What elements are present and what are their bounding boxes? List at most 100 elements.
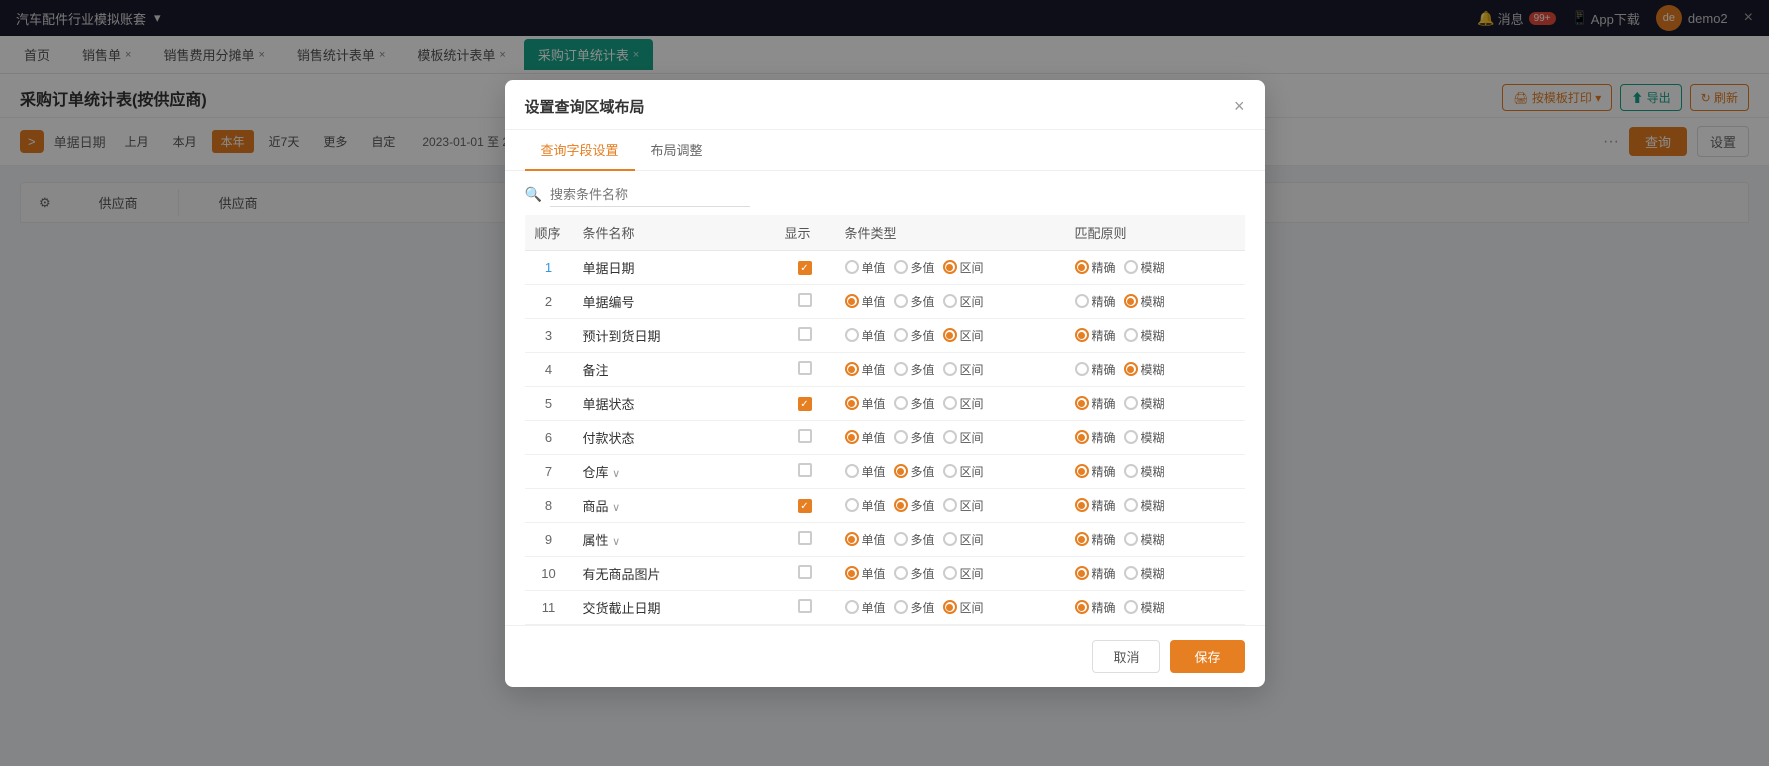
radio-item-type-区间[interactable]: 区间 bbox=[943, 259, 984, 276]
dialog-footer: 取消 保存 bbox=[505, 625, 1265, 687]
display-checkbox[interactable]: ✓ bbox=[798, 397, 812, 411]
radio-circle bbox=[845, 294, 859, 308]
cell-display[interactable]: ✓ bbox=[775, 386, 835, 420]
radio-item-type-区间[interactable]: 区间 bbox=[943, 599, 984, 616]
radio-item-type-多值[interactable]: 多值 bbox=[894, 497, 935, 514]
radio-item-type-单值[interactable]: 单值 bbox=[845, 565, 886, 582]
radio-item-match-模糊[interactable]: 模糊 bbox=[1124, 531, 1165, 548]
save-button[interactable]: 保存 bbox=[1170, 640, 1244, 673]
radio-label: 精确 bbox=[1092, 395, 1116, 412]
radio-item-type-多值[interactable]: 多值 bbox=[894, 463, 935, 480]
radio-circle bbox=[1075, 362, 1089, 376]
radio-item-match-模糊[interactable]: 模糊 bbox=[1124, 327, 1165, 344]
display-checkbox[interactable] bbox=[798, 361, 812, 375]
radio-item-type-区间[interactable]: 区间 bbox=[943, 361, 984, 378]
cell-display[interactable] bbox=[775, 556, 835, 590]
radio-item-type-单值[interactable]: 单值 bbox=[845, 293, 886, 310]
radio-item-match-精确[interactable]: 精确 bbox=[1075, 327, 1116, 344]
radio-item-match-模糊[interactable]: 模糊 bbox=[1124, 395, 1165, 412]
radio-item-type-单值[interactable]: 单值 bbox=[845, 429, 886, 446]
radio-item-type-单值[interactable]: 单值 bbox=[845, 531, 886, 548]
radio-item-type-单值[interactable]: 单值 bbox=[845, 259, 886, 276]
radio-item-match-精确[interactable]: 精确 bbox=[1075, 497, 1116, 514]
radio-item-type-区间[interactable]: 区间 bbox=[943, 497, 984, 514]
radio-item-match-模糊[interactable]: 模糊 bbox=[1124, 463, 1165, 480]
display-checkbox[interactable] bbox=[798, 429, 812, 443]
display-checkbox[interactable] bbox=[798, 565, 812, 579]
display-checkbox[interactable] bbox=[798, 327, 812, 341]
cell-display[interactable] bbox=[775, 284, 835, 318]
condition-search-input[interactable] bbox=[550, 183, 750, 207]
display-checkbox[interactable] bbox=[798, 599, 812, 613]
cell-display[interactable] bbox=[775, 522, 835, 556]
tab-query-field-settings[interactable]: 查询字段设置 bbox=[525, 130, 635, 171]
cell-display[interactable]: ✓ bbox=[775, 250, 835, 284]
radio-item-match-精确[interactable]: 精确 bbox=[1075, 463, 1116, 480]
cell-display[interactable] bbox=[775, 318, 835, 352]
radio-circle bbox=[1075, 464, 1089, 478]
radio-item-match-模糊[interactable]: 模糊 bbox=[1124, 429, 1165, 446]
display-checkbox[interactable]: ✓ bbox=[798, 261, 812, 275]
cell-type: 单值多值区间 bbox=[835, 522, 1065, 556]
cancel-button[interactable]: 取消 bbox=[1092, 640, 1160, 673]
radio-item-type-多值[interactable]: 多值 bbox=[894, 429, 935, 446]
radio-item-match-精确[interactable]: 精确 bbox=[1075, 531, 1116, 548]
cell-name: 预计到货日期 bbox=[573, 318, 775, 352]
radio-item-match-精确[interactable]: 精确 bbox=[1075, 565, 1116, 582]
radio-item-match-模糊[interactable]: 模糊 bbox=[1124, 293, 1165, 310]
radio-item-match-精确[interactable]: 精确 bbox=[1075, 599, 1116, 616]
cell-display[interactable]: ✓ bbox=[775, 488, 835, 522]
radio-item-match-精确[interactable]: 精确 bbox=[1075, 259, 1116, 276]
radio-item-match-模糊[interactable]: 模糊 bbox=[1124, 565, 1165, 582]
cell-display[interactable] bbox=[775, 352, 835, 386]
display-checkbox[interactable] bbox=[798, 531, 812, 545]
radio-item-match-模糊[interactable]: 模糊 bbox=[1124, 259, 1165, 276]
radio-item-type-多值[interactable]: 多值 bbox=[894, 293, 935, 310]
radio-label: 区间 bbox=[960, 361, 984, 378]
match-radio-group: 精确模糊 bbox=[1075, 293, 1235, 310]
cell-name: 单据状态 bbox=[573, 386, 775, 420]
radio-item-type-单值[interactable]: 单值 bbox=[845, 361, 886, 378]
radio-item-match-精确[interactable]: 精确 bbox=[1075, 293, 1116, 310]
radio-item-type-区间[interactable]: 区间 bbox=[943, 531, 984, 548]
radio-item-type-多值[interactable]: 多值 bbox=[894, 259, 935, 276]
display-checkbox[interactable] bbox=[798, 463, 812, 477]
radio-item-type-区间[interactable]: 区间 bbox=[943, 293, 984, 310]
radio-item-match-精确[interactable]: 精确 bbox=[1075, 361, 1116, 378]
dialog-close-button[interactable]: × bbox=[1234, 97, 1245, 115]
radio-item-match-精确[interactable]: 精确 bbox=[1075, 395, 1116, 412]
cell-display[interactable] bbox=[775, 420, 835, 454]
radio-item-match-模糊[interactable]: 模糊 bbox=[1124, 497, 1165, 514]
radio-item-type-单值[interactable]: 单值 bbox=[845, 327, 886, 344]
radio-item-type-区间[interactable]: 区间 bbox=[943, 395, 984, 412]
tab-layout-adjust[interactable]: 布局调整 bbox=[635, 130, 719, 171]
display-checkbox[interactable] bbox=[798, 293, 812, 307]
radio-item-type-单值[interactable]: 单值 bbox=[845, 463, 886, 480]
radio-item-match-精确[interactable]: 精确 bbox=[1075, 429, 1116, 446]
radio-label: 多值 bbox=[911, 293, 935, 310]
cell-display[interactable] bbox=[775, 454, 835, 488]
radio-item-type-区间[interactable]: 区间 bbox=[943, 565, 984, 582]
cell-type: 单值 多值区间 bbox=[835, 284, 1065, 318]
conditions-table: 顺序 条件名称 显示 条件类型 匹配原则 1单据日期✓单值多值区间精确模糊2单据… bbox=[525, 215, 1245, 625]
radio-item-type-多值[interactable]: 多值 bbox=[894, 565, 935, 582]
radio-item-match-模糊[interactable]: 模糊 bbox=[1124, 361, 1165, 378]
radio-item-type-单值[interactable]: 单值 bbox=[845, 599, 886, 616]
radio-circle bbox=[943, 430, 957, 444]
radio-label: 精确 bbox=[1092, 497, 1116, 514]
radio-item-type-单值[interactable]: 单值 bbox=[845, 497, 886, 514]
radio-item-type-多值[interactable]: 多值 bbox=[894, 531, 935, 548]
radio-item-match-模糊[interactable]: 模糊 bbox=[1124, 599, 1165, 616]
radio-label: 模糊 bbox=[1141, 599, 1165, 616]
display-checkbox[interactable]: ✓ bbox=[798, 499, 812, 513]
radio-item-type-多值[interactable]: 多值 bbox=[894, 361, 935, 378]
radio-item-type-区间[interactable]: 区间 bbox=[943, 463, 984, 480]
radio-item-type-多值[interactable]: 多值 bbox=[894, 599, 935, 616]
radio-item-type-区间[interactable]: 区间 bbox=[943, 327, 984, 344]
radio-item-type-多值[interactable]: 多值 bbox=[894, 327, 935, 344]
cell-display[interactable] bbox=[775, 590, 835, 624]
radio-item-type-单值[interactable]: 单值 bbox=[845, 395, 886, 412]
radio-item-type-多值[interactable]: 多值 bbox=[894, 395, 935, 412]
radio-item-type-区间[interactable]: 区间 bbox=[943, 429, 984, 446]
radio-circle bbox=[1075, 498, 1089, 512]
